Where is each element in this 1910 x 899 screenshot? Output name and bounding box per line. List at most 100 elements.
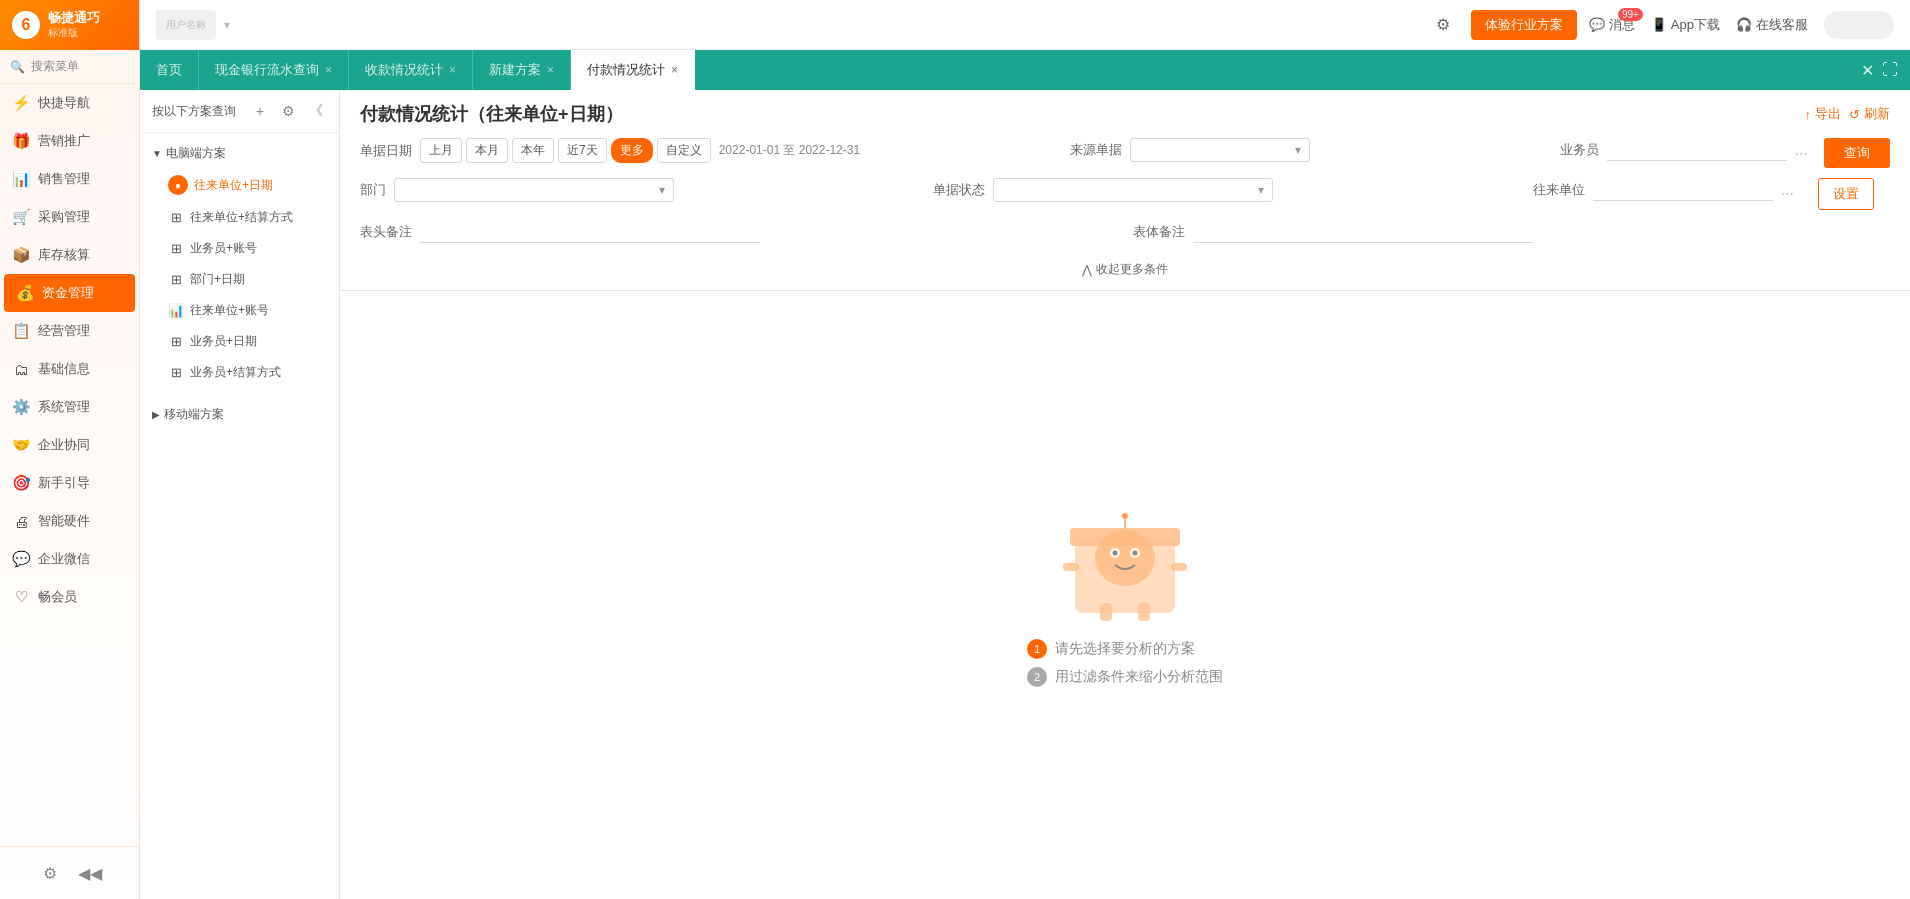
body-note-input[interactable]	[1193, 220, 1533, 243]
staff-dots[interactable]: ...	[1795, 141, 1808, 159]
date-btns: 上月 本月 本年 近7天 更多 自定义 2022-01-01 至 2022-12…	[420, 138, 860, 163]
content-area: 按以下方案查询 + ⚙ 《 ▼ 电脑端方案 ● 往来单位+日期 ⊞ 往来单位+结…	[140, 90, 1910, 899]
source-select[interactable]: ▾	[1130, 138, 1310, 162]
sidebar-item-basic[interactable]: 🗂 基础信息	[0, 350, 139, 388]
left-panel-collapse-btn[interactable]: 《	[305, 100, 327, 122]
date-btn-last7[interactable]: 近7天	[558, 138, 607, 163]
sidebar: 6 畅捷通巧 标准版 🔍 搜索菜单 ⚡ 快捷导航 🎁 营销推广 📊 销售管理 🛒…	[0, 0, 140, 899]
hint-num-1: 1	[1027, 639, 1047, 659]
sidebar-item-coop[interactable]: 🤝 企业协同	[0, 426, 139, 464]
header-note-input[interactable]	[420, 220, 760, 243]
date-btn-current-year[interactable]: 本年	[512, 138, 554, 163]
left-panel-add-btn[interactable]: +	[249, 100, 271, 122]
scheme-section-mobile-header[interactable]: ▶ 移动端方案	[140, 400, 339, 429]
sidebar-settings-btn[interactable]: ⚙	[32, 855, 68, 891]
date-btn-last-month[interactable]: 上月	[420, 138, 462, 163]
date-btn-more[interactable]: 更多	[611, 138, 653, 163]
scheme-item-staff-account[interactable]: ⊞ 业务员+账号	[140, 233, 339, 264]
tab-expand-btn[interactable]: ⛶	[1882, 61, 1898, 79]
marketing-icon: 🎁	[12, 132, 30, 150]
header-right: 💬 消息 99+ 📱 App下载 🎧 在线客服	[1589, 11, 1894, 39]
tab-bank[interactable]: 现金银行流水查询 ×	[199, 50, 349, 90]
sales-icon: 📊	[12, 170, 30, 188]
scheme-section-desktop-header[interactable]: ▼ 电脑端方案	[140, 139, 339, 168]
scheme-section-mobile: ▶ 移动端方案	[140, 394, 339, 435]
wechat-icon: 💬	[12, 550, 30, 568]
sidebar-item-operation[interactable]: 📋 经营管理	[0, 312, 139, 350]
source-label: 来源单据	[1070, 141, 1122, 159]
svg-point-6	[1133, 551, 1138, 556]
scheme-item-unit-account[interactable]: 📊 往来单位+账号	[140, 295, 339, 326]
mobile-section-arrow: ▶	[152, 409, 160, 420]
tab-payment[interactable]: 付款情况统计 ×	[571, 50, 695, 90]
tab-bank-label: 现金银行流水查询	[215, 61, 319, 79]
date-range-display: 2022-01-01 至 2022-12-31	[719, 142, 860, 159]
sidebar-item-guide[interactable]: 🎯 新手引导	[0, 464, 139, 502]
refresh-btn[interactable]: ↺ 刷新	[1849, 105, 1890, 123]
sidebar-item-hardware[interactable]: 🖨 智能硬件	[0, 502, 139, 540]
sidebar-item-inventory[interactable]: 📦 库存核算	[0, 236, 139, 274]
sidebar-collapse-btn[interactable]: ◀◀	[72, 855, 108, 891]
date-btn-custom[interactable]: 自定义	[657, 138, 711, 163]
trial-btn[interactable]: 体验行业方案	[1471, 10, 1577, 40]
query-btn[interactable]: 查询	[1824, 138, 1890, 168]
app-download-btn[interactable]: 📱 App下载	[1651, 16, 1720, 34]
voucher-status-select[interactable]: ▾	[993, 178, 1273, 202]
scheme-item-staff-date[interactable]: ⊞ 业务员+日期	[140, 326, 339, 357]
search-icon: 🔍	[10, 60, 25, 74]
user-avatar[interactable]	[1824, 11, 1894, 39]
dept-select-arrow: ▾	[659, 183, 665, 197]
filter-row-3: 表头备注 表体备注	[360, 220, 1890, 243]
sidebar-label-coop: 企业协同	[38, 436, 90, 454]
staff-input[interactable]	[1607, 138, 1787, 161]
sidebar-label-quicknav: 快捷导航	[38, 94, 90, 112]
sidebar-item-system[interactable]: ⚙️ 系统管理	[0, 388, 139, 426]
scheme-item-staff-settle[interactable]: ⊞ 业务员+结算方式	[140, 357, 339, 388]
export-label: 导出	[1815, 105, 1841, 123]
svg-rect-9	[1063, 563, 1079, 571]
online-service-btn[interactable]: 🎧 在线客服	[1736, 16, 1808, 34]
tab-bank-close[interactable]: ×	[325, 63, 332, 77]
settings-btn[interactable]: 设置	[1818, 178, 1874, 210]
sidebar-item-purchase[interactable]: 🛒 采购管理	[0, 198, 139, 236]
sidebar-item-sales[interactable]: 📊 销售管理	[0, 160, 139, 198]
counterpart-dots[interactable]: ...	[1781, 181, 1794, 199]
counterpart-input[interactable]	[1593, 178, 1773, 201]
export-btn[interactable]: ↑ 导出	[1805, 105, 1842, 123]
header-gear-btn[interactable]: ⚙	[1427, 9, 1459, 41]
scheme-section-desktop: ▼ 电脑端方案 ● 往来单位+日期 ⊞ 往来单位+结算方式 ⊞ 业务员+账号 ⊞	[140, 133, 339, 394]
header-note-label: 表头备注	[360, 223, 412, 241]
sidebar-item-capital[interactable]: 💰 资金管理	[4, 274, 135, 312]
sidebar-item-vip[interactable]: ♡ 畅会员	[0, 578, 139, 616]
scheme-item-dept-date[interactable]: ⊞ 部门+日期	[140, 264, 339, 295]
tab-home[interactable]: 首页	[140, 50, 199, 90]
tab-receipt-close[interactable]: ×	[449, 63, 456, 77]
sidebar-search[interactable]: 🔍 搜索菜单	[0, 50, 139, 84]
filter-row-2: 部门 ▾ 单据状态 ▾	[360, 178, 1890, 210]
staff-filter-item: 业务员 ...	[1560, 138, 1808, 161]
tab-receipt[interactable]: 收款情况统计 ×	[349, 50, 473, 90]
sidebar-item-marketing[interactable]: 🎁 营销推广	[0, 122, 139, 160]
sidebar-item-quicknav[interactable]: ⚡ 快捷导航	[0, 84, 139, 122]
voucher-status-label: 单据状态	[933, 181, 985, 199]
tab-new-scheme-close[interactable]: ×	[547, 63, 554, 77]
online-service-label: 在线客服	[1756, 16, 1808, 34]
dept-select[interactable]: ▾	[394, 178, 674, 202]
svg-rect-12	[1138, 603, 1150, 621]
left-panel-header: 按以下方案查询 + ⚙ 《	[140, 90, 339, 133]
tab-payment-close[interactable]: ×	[671, 63, 678, 77]
date-btn-current-month[interactable]: 本月	[466, 138, 508, 163]
sidebar-label-capital: 资金管理	[42, 284, 94, 302]
messages-badge: 99+	[1618, 8, 1643, 21]
collapse-label: 收起更多条件	[1096, 261, 1168, 278]
sidebar-item-wechat[interactable]: 💬 企业微信	[0, 540, 139, 578]
messages-btn[interactable]: 💬 消息 99+	[1589, 16, 1635, 34]
tab-new-scheme[interactable]: 新建方案 ×	[473, 50, 571, 90]
tab-close-all-btn[interactable]: ✕	[1861, 61, 1874, 80]
table-icon-5: ⊞	[168, 365, 184, 381]
scheme-item-unit-date[interactable]: ● 往来单位+日期	[140, 168, 339, 202]
filter-row-1: 单据日期 上月 本月 本年 近7天 更多 自定义 2022-01-01 至 20…	[360, 138, 1890, 168]
left-panel-settings-btn[interactable]: ⚙	[277, 100, 299, 122]
scheme-item-unit-settle[interactable]: ⊞ 往来单位+结算方式	[140, 202, 339, 233]
collapse-btn[interactable]: ⋀ 收起更多条件	[360, 253, 1890, 278]
